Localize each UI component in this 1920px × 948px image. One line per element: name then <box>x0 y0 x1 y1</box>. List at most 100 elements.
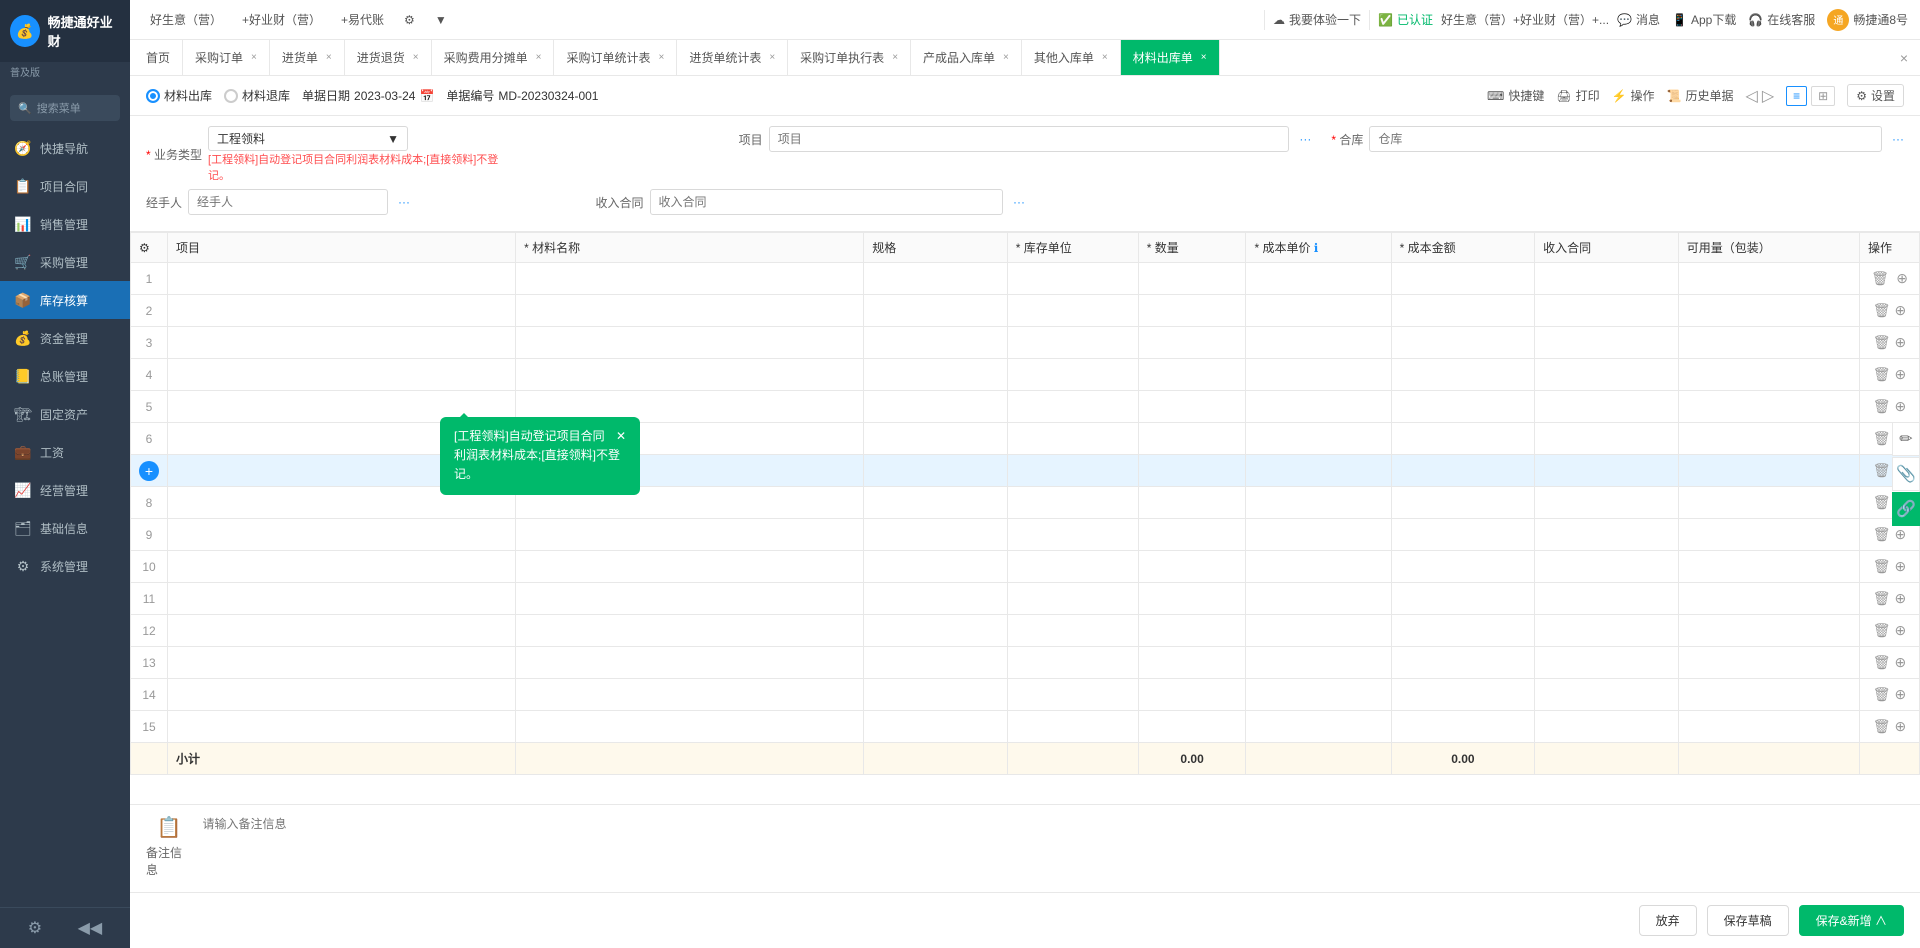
row-delete-btn[interactable]: 🗑 <box>1871 270 1889 286</box>
topbar-app-download[interactable]: 📱 App下载 <box>1672 11 1736 28</box>
radio-material-return[interactable]: 材料退库 <box>224 87 290 104</box>
row-stock-unit[interactable] <box>1007 263 1138 295</box>
tab-purchase-exec[interactable]: 采购订单执行表 × <box>788 40 911 75</box>
sidebar-item-accounting[interactable]: 📒 总账管理 <box>0 357 130 395</box>
row-cost[interactable] <box>1246 263 1391 295</box>
next-page-icon[interactable]: ▷ <box>1762 86 1774 106</box>
warehouse-dots-icon[interactable]: ··· <box>1892 132 1904 146</box>
row-copy-btn[interactable]: ⊕ <box>1895 398 1907 414</box>
topbar-message[interactable]: 💬 消息 <box>1617 11 1660 28</box>
right-tool-clip[interactable]: 📎 <box>1892 457 1920 491</box>
sidebar-item-quick-nav[interactable]: 🧭 快捷导航 <box>0 129 130 167</box>
operation-btn[interactable]: ⚡ 操作 <box>1612 87 1655 104</box>
tab-close-other-inbound[interactable]: × <box>1102 52 1108 63</box>
th-income-contract[interactable]: 收入合同 <box>1535 233 1679 263</box>
sidebar-item-project[interactable]: 📋 项目合同 <box>0 167 130 205</box>
th-cost[interactable]: * 成本单价 ℹ <box>1246 233 1391 263</box>
tab-purchase-stats[interactable]: 采购订单统计表 × <box>554 40 677 75</box>
th-settings[interactable]: ⚙ <box>131 233 168 263</box>
sidebar-item-payroll[interactable]: 💼 工资 <box>0 433 130 471</box>
tabbar-close-icon[interactable]: × <box>1892 50 1916 66</box>
tab-inbound[interactable]: 进货单 × <box>270 40 345 75</box>
sidebar-item-operations[interactable]: 📈 经营管理 <box>0 471 130 509</box>
tab-close-inbound-return[interactable]: × <box>413 52 419 63</box>
row-copy-btn[interactable]: ⊕ <box>1895 686 1907 702</box>
th-stock-unit[interactable]: * 库存单位 <box>1007 233 1138 263</box>
table-scroll[interactable]: ⚙ 项目 * 材料名称 规格 * 库存单位 * 数量 * 成本单价 ℹ * 成 <box>130 232 1920 804</box>
radio-material-outbound[interactable]: 材料出库 <box>146 87 212 104</box>
sidebar-item-system[interactable]: ⚙ 系统管理 <box>0 547 130 585</box>
th-project[interactable]: 项目 <box>168 233 516 263</box>
row-delete-btn[interactable]: 🗑 <box>1873 366 1891 382</box>
row-delete-btn[interactable]: 🗑 <box>1873 334 1891 350</box>
tab-material-outbound[interactable]: 材料出库单 × <box>1121 40 1220 75</box>
project-dots-icon[interactable]: ··· <box>1299 132 1311 146</box>
tab-other-inbound[interactable]: 其他入库单 × <box>1022 40 1121 75</box>
business-type-select[interactable]: 工程领料 ▼ <box>208 126 408 151</box>
tooltip-close-btn[interactable]: ✕ <box>616 427 626 446</box>
list-view-btn[interactable]: ≡ <box>1786 86 1807 106</box>
row-delete-btn[interactable]: 🗑 <box>1873 494 1891 510</box>
row-copy-btn[interactable]: ⊕ <box>1895 622 1907 638</box>
print-btn[interactable]: 🖨 打印 <box>1556 87 1599 104</box>
topbar-user[interactable]: 通 畅捷通8号 <box>1827 9 1908 31</box>
row-qty[interactable] <box>1138 263 1246 295</box>
sidebar-item-basic-info[interactable]: 🗂 基础信息 <box>0 509 130 547</box>
th-available[interactable]: 可用量（包装） <box>1678 233 1859 263</box>
row-cost-amount[interactable] <box>1391 263 1535 295</box>
row-material[interactable] <box>516 263 864 295</box>
row-delete-btn[interactable]: 🗑 <box>1873 526 1891 542</box>
project-input[interactable] <box>769 126 1290 152</box>
sidebar-search[interactable]: 🔍 搜索菜单 <box>10 95 120 121</box>
warehouse-input[interactable] <box>1369 126 1882 152</box>
history-btn[interactable]: 📜 历史单据 <box>1667 87 1734 104</box>
row-delete-btn[interactable]: 🗑 <box>1873 622 1891 638</box>
tab-close-inbound[interactable]: × <box>326 52 332 63</box>
row-copy-btn[interactable]: ⊕ <box>1895 366 1907 382</box>
save-new-button[interactable]: 保存&新增 ∧ <box>1799 905 1904 936</box>
income-contract-input[interactable] <box>650 189 1003 215</box>
row-delete-btn[interactable]: 🗑 <box>1873 590 1891 606</box>
row-delete-btn[interactable]: 🗑 <box>1873 718 1891 734</box>
topbar-certified[interactable]: ✅ 已认证 <box>1378 11 1433 28</box>
sidebar-item-finance[interactable]: 💰 资金管理 <box>0 319 130 357</box>
discard-button[interactable]: 放弃 <box>1639 905 1697 936</box>
tab-close-inbound-stats[interactable]: × <box>769 52 775 63</box>
tab-close-purchase-exec[interactable]: × <box>892 52 898 63</box>
tab-inbound-return[interactable]: 进货退货 × <box>345 40 432 75</box>
tab-inbound-stats[interactable]: 进货单统计表 × <box>677 40 788 75</box>
add-row-btn[interactable]: + <box>139 461 159 481</box>
tab-close-purchase-cost[interactable]: × <box>536 52 542 63</box>
tab-close-purchase-stats[interactable]: × <box>658 52 664 63</box>
row-delete-btn[interactable]: 🗑 <box>1873 462 1891 478</box>
sidebar-item-sales[interactable]: 📊 销售管理 <box>0 205 130 243</box>
row-delete-btn[interactable]: 🗑 <box>1873 558 1891 574</box>
row-copy-btn[interactable]: ⊕ <box>1895 526 1907 542</box>
row-copy-btn[interactable]: ⊕ <box>1895 718 1907 734</box>
row-project[interactable] <box>168 263 516 295</box>
row-copy-btn[interactable]: ⊕ <box>1896 270 1908 286</box>
row-available[interactable] <box>1678 263 1859 295</box>
prev-page-icon[interactable]: ◁ <box>1746 86 1758 106</box>
topbar-good-business[interactable]: 好生意（营） <box>142 7 230 32</box>
tab-finished-goods[interactable]: 产成品入库单 × <box>911 40 1022 75</box>
row-copy-btn[interactable]: ⊕ <box>1895 334 1907 350</box>
row-spec[interactable] <box>864 263 1008 295</box>
sidebar-item-purchase[interactable]: 🛒 采购管理 <box>0 243 130 281</box>
sidebar-item-inventory[interactable]: 📦 库存核算 <box>0 281 130 319</box>
th-qty[interactable]: * 数量 <box>1138 233 1246 263</box>
row-delete-btn[interactable]: 🗑 <box>1873 654 1891 670</box>
th-material[interactable]: * 材料名称 <box>516 233 864 263</box>
calendar-icon[interactable]: 📅 <box>419 89 434 103</box>
tab-close-material-outbound[interactable]: × <box>1201 52 1207 63</box>
th-spec[interactable]: 规格 <box>864 233 1008 263</box>
income-contract-dots-icon[interactable]: ··· <box>1013 195 1025 209</box>
row-copy-btn[interactable]: ⊕ <box>1895 302 1907 318</box>
date-value[interactable]: 2023-03-24 <box>354 89 415 103</box>
grid-view-btn[interactable]: ⊞ <box>1811 86 1835 106</box>
tab-purchase-order[interactable]: 采购订单 × <box>183 40 270 75</box>
collapse-icon[interactable]: ◀◀ <box>78 918 103 938</box>
row-delete-btn[interactable]: 🗑 <box>1873 398 1891 414</box>
settings-bottom-icon[interactable]: ⚙ <box>28 918 42 938</box>
topbar-experience[interactable]: ☁ 我要体验一下 <box>1273 11 1361 28</box>
